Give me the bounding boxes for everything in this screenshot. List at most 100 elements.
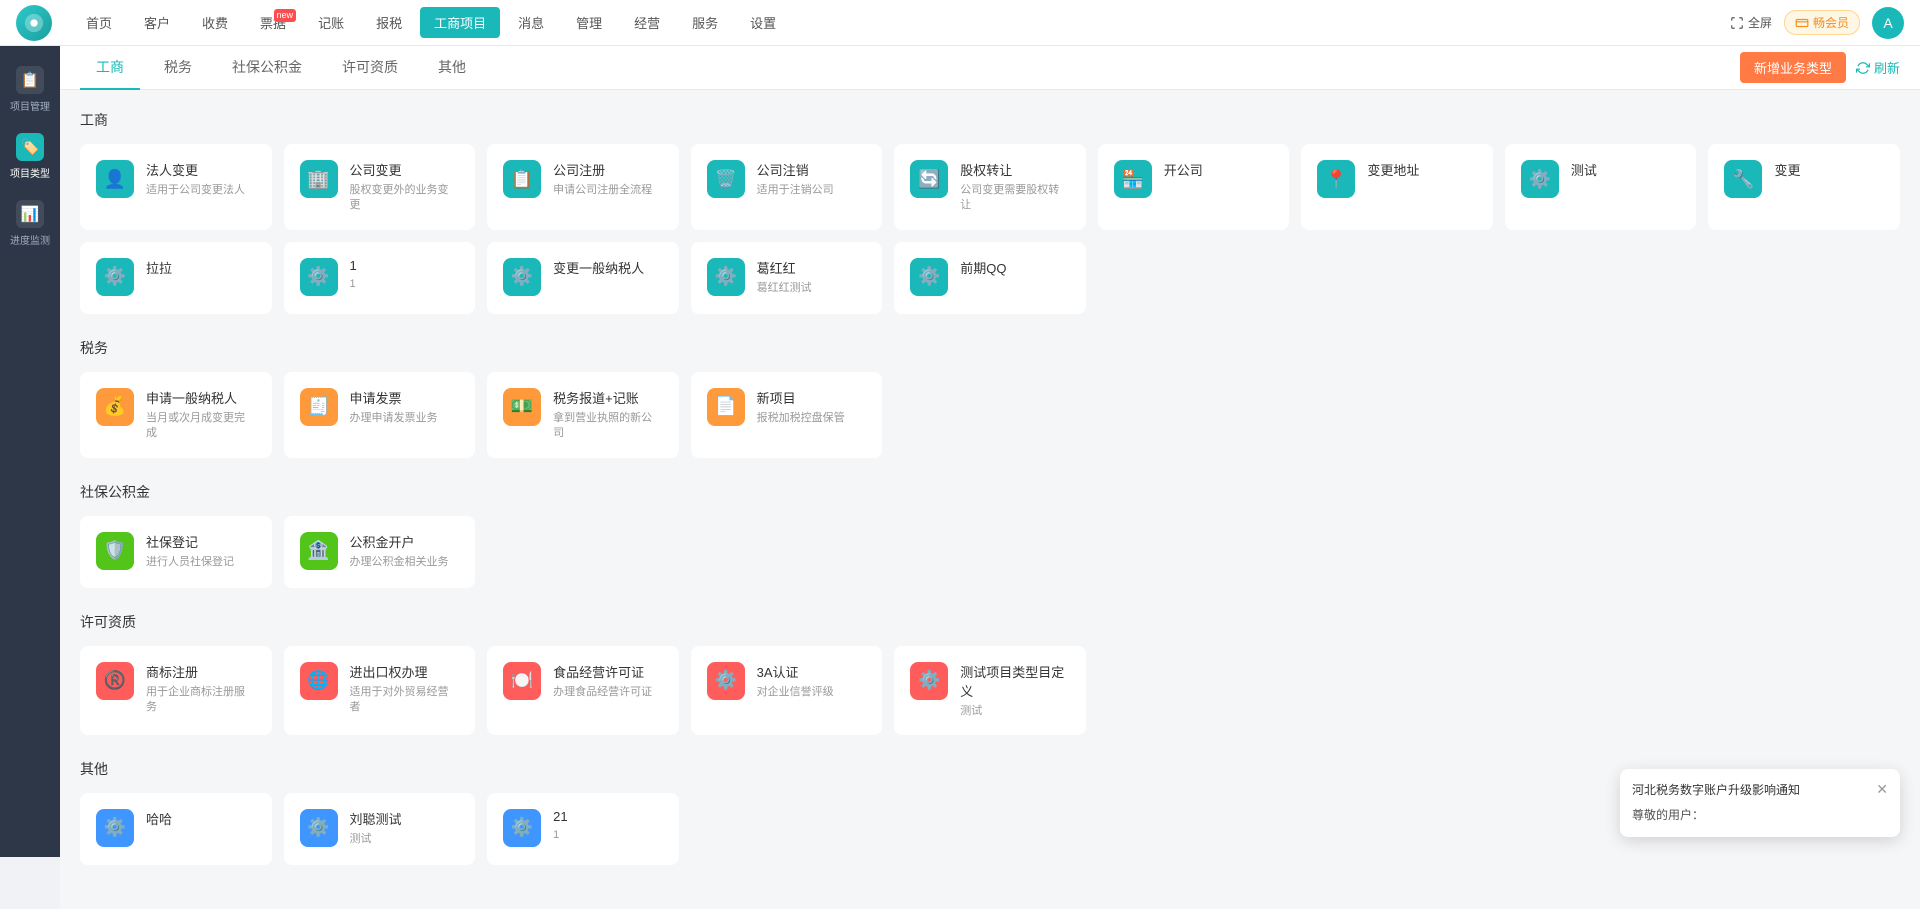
card-icon: 💰 xyxy=(96,388,134,426)
card-info: 开公司 xyxy=(1164,160,1274,183)
card-info: 变更地址 xyxy=(1367,160,1477,183)
service-card-公司注销[interactable]: 🗑️公司注销适用于注销公司 xyxy=(691,144,883,230)
card-desc: 申请公司注册全流程 xyxy=(553,183,663,198)
service-card-变更一般纳税人[interactable]: ⚙️变更一般纳税人 xyxy=(487,242,679,314)
fullscreen-button[interactable]: 全屏 xyxy=(1730,14,1772,31)
nav-item-收费[interactable]: 收费 xyxy=(188,7,242,38)
service-card-商标注册[interactable]: ®️商标注册用于企业商标注册服务 xyxy=(80,646,272,735)
service-card-申请一般纳税人[interactable]: 💰 申请一般纳税人当月或次月成变更完成 xyxy=(80,372,272,458)
tab-其他[interactable]: 其他 xyxy=(422,46,482,90)
tab-许可资质[interactable]: 许可资质 xyxy=(326,46,414,90)
tab-社保公积金[interactable]: 社保公积金 xyxy=(216,46,318,90)
card-info: 3A认证对企业信誉评级 xyxy=(757,662,867,700)
sidebar-item-2[interactable]: 📊进度监测 xyxy=(0,190,60,257)
card-icon: 🗑️ xyxy=(707,160,745,198)
card-desc: 适用于对外贸易经营者 xyxy=(350,685,460,716)
nav-item-报税[interactable]: 报税 xyxy=(362,7,416,38)
service-card-税务报道+记账[interactable]: 💵税务报道+记账拿到营业执照的新公司 xyxy=(487,372,679,458)
card-name: 股权转让 xyxy=(960,160,1070,179)
card-icon: ®️ xyxy=(96,662,134,700)
nav-item-工商项目[interactable]: 工商项目 xyxy=(420,7,500,38)
sidebar-icon-1: 🏷️ xyxy=(16,133,44,161)
service-card-公积金开户[interactable]: 🏦公积金开户办理公积金相关业务 xyxy=(284,516,476,588)
service-card-前期QQ[interactable]: ⚙️前期QQ xyxy=(894,242,1086,314)
card-icon: ⚙️ xyxy=(503,809,541,847)
notification-popup: 河北税务数字账户升级影响通知 ✕ 尊敬的用户： xyxy=(1620,769,1900,837)
card-name: 测试 xyxy=(1571,160,1681,179)
card-info: 申请一般纳税人当月或次月成变更完成 xyxy=(146,388,256,442)
card-info: 股权转让公司变更需要股权转让 xyxy=(960,160,1070,214)
card-desc: 股权变更外的业务变更 xyxy=(350,183,460,214)
card-desc: 用于企业商标注册服务 xyxy=(146,685,256,716)
service-card-新项目[interactable]: 📄新项目报税加税控盘保管 xyxy=(691,372,883,458)
card-grid-工商: 👤 法人变更适用于公司变更法人 🏢公司变更股权变更外的业务变更📋公司注册申请公司注册… xyxy=(80,144,1900,314)
sidebar-item-0[interactable]: 📋项目管理 xyxy=(0,56,60,123)
avatar[interactable]: A xyxy=(1872,7,1904,39)
card-info: 食品经营许可证办理食品经营许可证 xyxy=(553,662,663,700)
service-card-葛红红[interactable]: ⚙️葛红红葛红红测试 xyxy=(691,242,883,314)
service-card-1[interactable]: ⚙️11 xyxy=(284,242,476,314)
card-icon: 📄 xyxy=(707,388,745,426)
nav-item-经营[interactable]: 经营 xyxy=(620,7,674,38)
card-name: 1 xyxy=(350,258,460,273)
fullscreen-label: 全屏 xyxy=(1748,14,1772,31)
card-desc: 办理食品经营许可证 xyxy=(553,685,663,700)
card-desc: 适用于注销公司 xyxy=(757,183,867,198)
card-desc: 测试 xyxy=(960,704,1070,719)
service-card-3A认证[interactable]: ⚙️ 3A认证对企业信誉评级 xyxy=(691,646,883,735)
card-grid-许可资质: ®️商标注册用于企业商标注册服务🌐进出口权办理适用于对外贸易经营者🍽️食品经营许… xyxy=(80,646,1900,735)
service-card-公司变更[interactable]: 🏢公司变更股权变更外的业务变更 xyxy=(284,144,476,230)
service-card-法人变更[interactable]: 👤 法人变更适用于公司变更法人 xyxy=(80,144,272,230)
service-card-食品经营许可证[interactable]: 🍽️食品经营许可证办理食品经营许可证 xyxy=(487,646,679,735)
card-desc: 当月或次月成变更完成 xyxy=(146,411,256,442)
nav-item-设置[interactable]: 设置 xyxy=(736,7,790,38)
card-name: 前期QQ xyxy=(960,258,1070,277)
service-card-变更[interactable]: 🔧变更 xyxy=(1708,144,1900,230)
notification-close-button[interactable]: ✕ xyxy=(1876,781,1888,798)
sidebar-item-1[interactable]: 🏷️项目类型 xyxy=(0,123,60,190)
tab-工商[interactable]: 工商 xyxy=(80,46,140,90)
service-card-社保登记[interactable]: 🛡️社保登记进行人员社保登记 xyxy=(80,516,272,588)
nav-item-消息[interactable]: 消息 xyxy=(504,7,558,38)
card-desc: 办理公积金相关业务 xyxy=(350,555,460,570)
service-card-开公司[interactable]: 🏪 开公司 xyxy=(1098,144,1290,230)
logo[interactable] xyxy=(16,5,52,41)
service-card-变更地址[interactable]: 📍变更地址 xyxy=(1301,144,1493,230)
service-card-申请发票[interactable]: 🧾申请发票办理申请发票业务 xyxy=(284,372,476,458)
nav-item-记账[interactable]: 记账 xyxy=(304,7,358,38)
card-info: 法人变更适用于公司变更法人 xyxy=(146,160,256,198)
tab-税务[interactable]: 税务 xyxy=(148,46,208,90)
card-icon: 👤 xyxy=(96,160,134,198)
card-name: 变更一般纳税人 xyxy=(553,258,663,277)
card-info: 变更 xyxy=(1774,160,1884,183)
service-card-拉拉[interactable]: ⚙️拉拉 xyxy=(80,242,272,314)
nav-item-首页[interactable]: 首页 xyxy=(72,7,126,38)
service-card-测试[interactable]: ⚙️测试 xyxy=(1505,144,1697,230)
service-card-进出口权办理[interactable]: 🌐进出口权办理适用于对外贸易经营者 xyxy=(284,646,476,735)
card-desc: 测试 xyxy=(350,832,460,847)
service-card-公司注册[interactable]: 📋公司注册申请公司注册全流程 xyxy=(487,144,679,230)
section-title-社保公积金: 社保公积金 xyxy=(80,482,1900,502)
card-desc: 葛红红测试 xyxy=(757,281,867,296)
card-desc: 适用于公司变更法人 xyxy=(146,183,256,198)
badge-new: new xyxy=(274,9,297,22)
refresh-button[interactable]: 刷新 xyxy=(1856,58,1900,77)
nav-item-票据[interactable]: 票据new xyxy=(246,7,300,38)
service-card-21[interactable]: ⚙️211 xyxy=(487,793,679,865)
nav-item-服务[interactable]: 服务 xyxy=(678,7,732,38)
service-card-股权转让[interactable]: 🔄股权转让公司变更需要股权转让 xyxy=(894,144,1086,230)
tabs: 工商税务社保公积金许可资质其他 xyxy=(80,46,490,90)
card-name: 3A认证 xyxy=(757,662,867,681)
service-card-测试项目类型目定义[interactable]: ⚙️测试项目类型目定义测试 xyxy=(894,646,1086,735)
member-button[interactable]: 畅会员 xyxy=(1784,10,1860,35)
card-icon: ⚙️ xyxy=(707,662,745,700)
notification-body: 尊敬的用户： xyxy=(1632,806,1888,825)
card-info: 社保登记进行人员社保登记 xyxy=(146,532,256,570)
add-type-button[interactable]: 新增业务类型 xyxy=(1740,52,1846,83)
nav-item-管理[interactable]: 管理 xyxy=(562,7,616,38)
card-name: 测试项目类型目定义 xyxy=(960,662,1070,700)
card-icon: 🏪 xyxy=(1114,160,1152,198)
nav-item-客户[interactable]: 客户 xyxy=(130,7,184,38)
service-card-刘聪测试[interactable]: ⚙️刘聪测试测试 xyxy=(284,793,476,865)
service-card-哈哈[interactable]: ⚙️哈哈 xyxy=(80,793,272,865)
